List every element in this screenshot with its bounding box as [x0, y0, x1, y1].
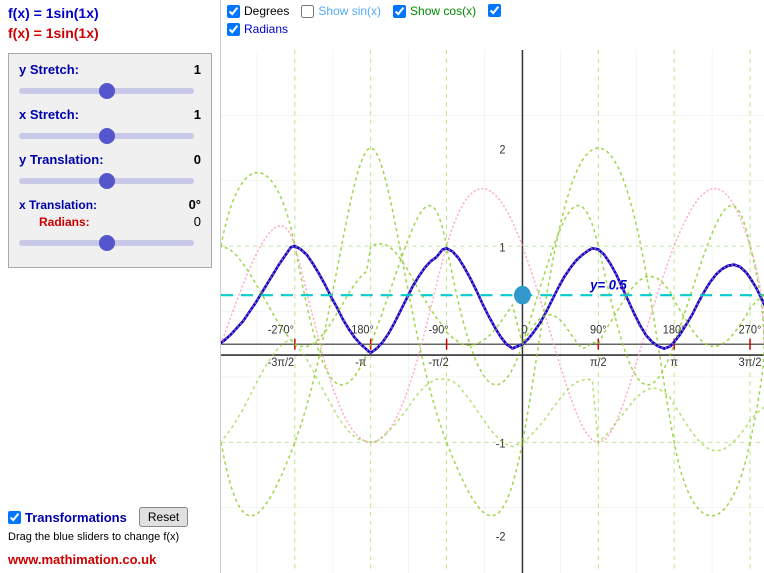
- svg-text:1: 1: [499, 242, 505, 255]
- radians-label: Radians: [244, 22, 288, 36]
- degrees-col: Degrees: [227, 4, 289, 18]
- svg-text:90°: 90°: [590, 324, 607, 337]
- website-url: www.mathimation.co.uk: [8, 552, 156, 567]
- show-sin-checkbox[interactable]: [301, 5, 314, 18]
- svg-text:-2: -2: [496, 531, 506, 544]
- x-translation-slider[interactable]: [19, 240, 194, 246]
- radians-col: Radians: [227, 22, 289, 36]
- y-stretch-slider[interactable]: [19, 88, 194, 94]
- controls-box: y Stretch: 1 x Stretch: 1 y Translation:…: [8, 53, 212, 268]
- radians-label: Radians:: [19, 215, 90, 229]
- x-translation-label: x Translation:: [19, 198, 97, 212]
- x-stretch-label: x Stretch:: [19, 107, 79, 122]
- y-stretch-value: 1: [194, 62, 201, 77]
- svg-text:270°: 270°: [739, 324, 762, 337]
- svg-text:3π/2: 3π/2: [739, 357, 762, 370]
- x-stretch-row: x Stretch: 1: [19, 107, 201, 122]
- show-cos-label: Show cos(x): [410, 4, 476, 18]
- y-translation-label: y Translation:: [19, 152, 104, 167]
- x-translation-radians-value: 0: [194, 214, 201, 229]
- show-cos-checkbox[interactable]: [393, 5, 406, 18]
- graph-area: -270° -180° -90° 0 90° 180° 270° -3π/2 -…: [221, 50, 764, 573]
- main-container: f(x) = 1sin(1x) f(x) = 1sin(1x) y Stretc…: [0, 0, 764, 573]
- show-sin-group: Show sin(x): [301, 4, 381, 18]
- formula-line2: f(x) = 1sin(1x): [8, 24, 212, 44]
- x-translation-degrees-value: 0°: [189, 197, 201, 212]
- show-cos-group: Show cos(x): [393, 4, 476, 18]
- svg-text:-π/2: -π/2: [428, 357, 448, 370]
- transformations-checkbox[interactable]: [8, 511, 21, 524]
- graph-panel: Degrees Degrees Radians Show sin(x) Show…: [220, 0, 764, 573]
- graph-top-controls: Degrees Degrees Radians Show sin(x) Show…: [221, 0, 764, 50]
- y-stretch-row: y Stretch: 1: [19, 62, 201, 77]
- transformations-row: Transformations Reset: [8, 507, 212, 527]
- show-sin-label: Show sin(x): [318, 4, 381, 18]
- drag-hint: Drag the blue sliders to change f(x): [8, 531, 212, 543]
- x-translation-slider-container: [19, 233, 201, 251]
- formula-area: f(x) = 1sin(1x) f(x) = 1sin(1x): [0, 0, 220, 47]
- svg-text:π/2: π/2: [590, 357, 607, 370]
- x-stretch-slider[interactable]: [19, 133, 194, 139]
- x-translation-radians-row: Radians: 0: [19, 214, 201, 229]
- x-stretch-value: 1: [194, 107, 201, 122]
- radians-checkbox[interactable]: [227, 23, 240, 36]
- formula-line1: f(x) = 1sin(1x): [8, 4, 212, 24]
- extra-checkbox-group: [488, 4, 501, 17]
- x-translation-degrees-row: x Translation: 0°: [19, 197, 201, 212]
- y-stretch-slider-container: [19, 81, 201, 99]
- y-translation-row: y Translation: 0: [19, 152, 201, 167]
- y-stretch-label: y Stretch:: [19, 62, 79, 77]
- svg-text:π: π: [670, 357, 678, 370]
- bottom-controls: Transformations Reset Drag the blue slid…: [8, 507, 212, 543]
- graph-svg: -270° -180° -90° 0 90° 180° 270° -3π/2 -…: [221, 50, 764, 573]
- left-panel: f(x) = 1sin(1x) f(x) = 1sin(1x) y Stretc…: [0, 0, 220, 573]
- svg-text:-3π/2: -3π/2: [268, 357, 294, 370]
- degrees-label2: Degrees: [244, 4, 289, 18]
- svg-text:2: 2: [499, 144, 505, 157]
- extra-checkbox[interactable]: [488, 4, 501, 17]
- x-stretch-slider-container: [19, 126, 201, 144]
- y-translation-value: 0: [194, 152, 201, 167]
- y-translation-slider-container: [19, 171, 201, 189]
- svg-text:-90°: -90°: [428, 324, 448, 337]
- y-translation-slider[interactable]: [19, 178, 194, 184]
- reset-button[interactable]: Reset: [139, 507, 188, 527]
- degrees-checkbox2[interactable]: [227, 5, 240, 18]
- x-translation-values: x Translation: 0° Radians: 0: [19, 197, 201, 229]
- transformations-label: Transformations: [25, 510, 127, 525]
